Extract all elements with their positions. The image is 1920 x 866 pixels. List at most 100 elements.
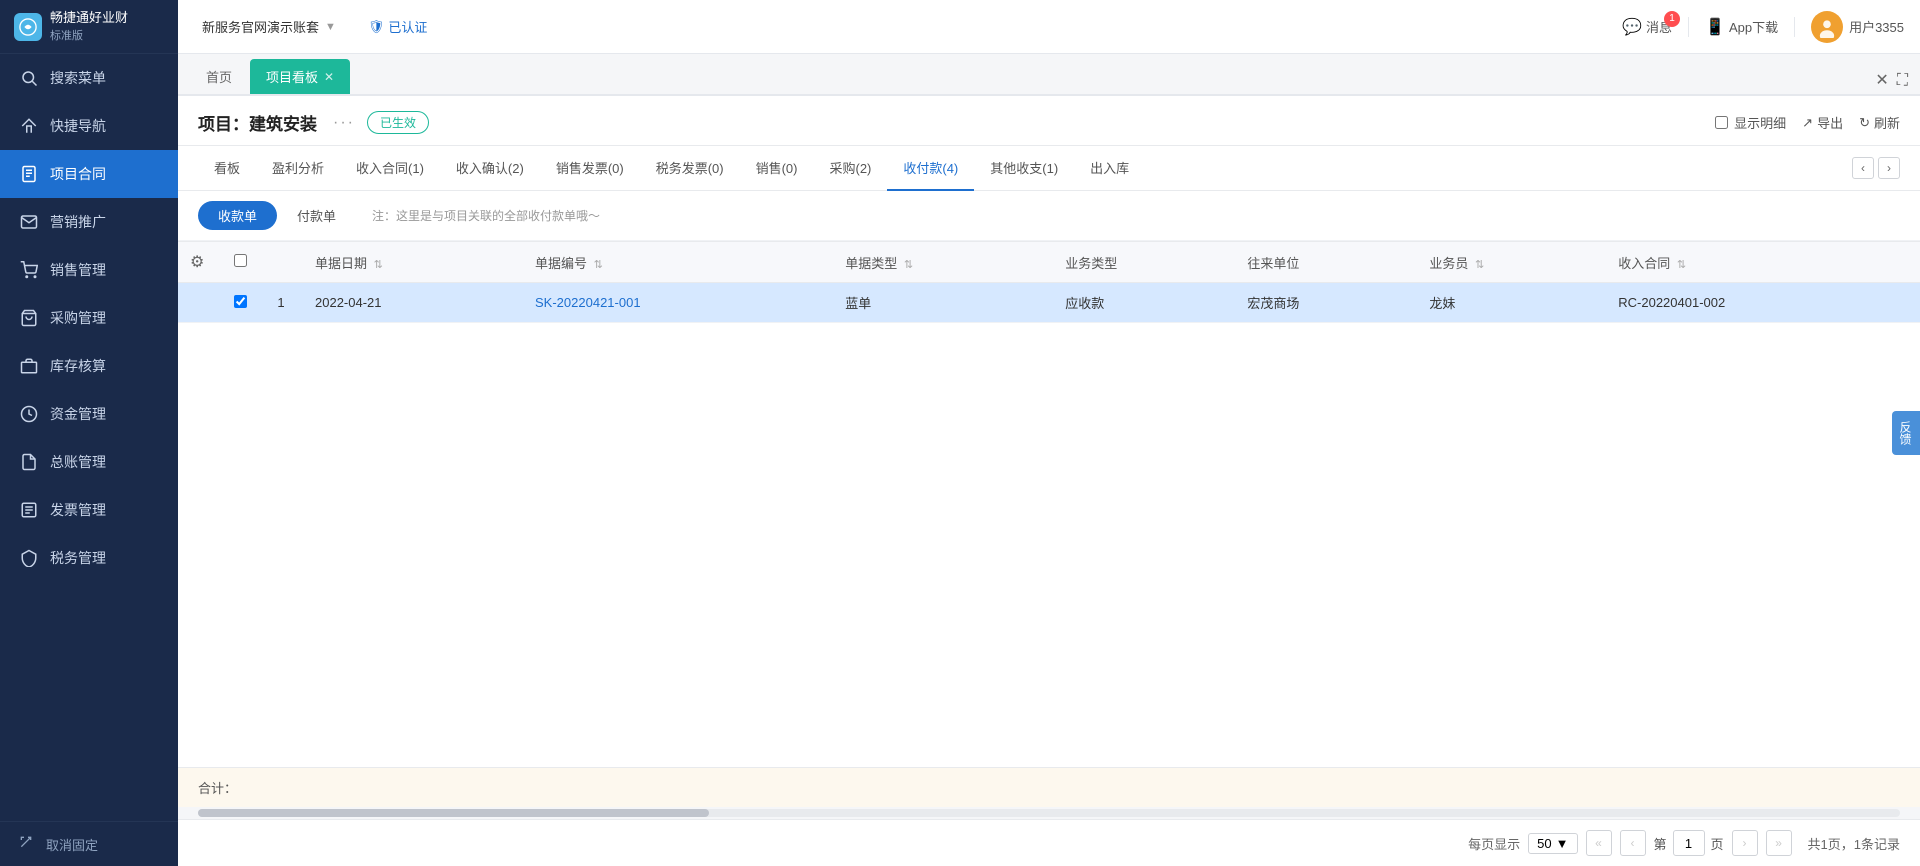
project-label: 项目： — [198, 110, 249, 135]
feedback-label: 反馈 — [1898, 421, 1912, 445]
export-label: 导出 — [1817, 113, 1843, 132]
message-icon: 💬 — [1622, 17, 1642, 37]
per-page-chevron-icon: ▼ — [1556, 836, 1569, 851]
sidebar-label-ledger: 总账管理 — [50, 452, 106, 472]
salesperson-sort-icon: ⇅ — [1475, 259, 1484, 271]
tab-home[interactable]: 首页 — [190, 59, 248, 94]
col-header-settings: ⚙ — [178, 242, 222, 283]
sidebar-item-contracts[interactable]: 项目合同 — [0, 150, 178, 198]
sidebar-unpin[interactable]: 取消固定 — [0, 821, 178, 866]
finance-icon — [18, 403, 40, 425]
message-button[interactable]: 💬 消息 1 — [1622, 17, 1672, 37]
tab-close-icon[interactable]: ✕ — [324, 70, 334, 84]
subtab-income-confirm[interactable]: 收入确认(2) — [440, 146, 540, 191]
row-checkbox[interactable] — [234, 295, 247, 308]
row-date: 2022-04-21 — [303, 283, 523, 323]
subtab-other-expense[interactable]: 其他收支(1) — [974, 146, 1074, 191]
refresh-label: 刷新 — [1874, 113, 1900, 132]
sidebar-item-invoice[interactable]: 发票管理 — [0, 486, 178, 534]
subtab-income-contract[interactable]: 收入合同(1) — [340, 146, 440, 191]
tab-project-board[interactable]: 项目看板 ✕ — [250, 59, 350, 94]
last-page-button[interactable]: » — [1766, 830, 1792, 856]
show-detail-label: 显示明细 — [1734, 113, 1786, 132]
refresh-button[interactable]: ↻ 刷新 — [1859, 113, 1900, 132]
subtab-stock[interactable]: 出入库 — [1074, 146, 1145, 191]
workspace-selector[interactable]: 新服务官网演示账套 ▼ — [194, 13, 344, 40]
feedback-button[interactable]: 反馈 — [1892, 411, 1920, 455]
sidebar-label-search: 搜索菜单 — [50, 68, 106, 88]
show-detail-input[interactable] — [1715, 116, 1728, 129]
col-header-salesperson[interactable]: 业务员 ⇅ — [1417, 242, 1606, 283]
contract-icon — [18, 163, 40, 185]
sales-icon — [18, 259, 40, 281]
project-more-icon[interactable]: ··· — [333, 114, 355, 132]
purchase-icon — [18, 307, 40, 329]
tab-project-board-label: 项目看板 — [266, 67, 318, 86]
select-all-checkbox[interactable] — [234, 254, 247, 267]
row-code: SK-20220421-001 — [523, 283, 833, 323]
row-type: 蓝单 — [833, 283, 1053, 323]
sidebar-item-marketing[interactable]: 营销推广 — [0, 198, 178, 246]
col-header-type[interactable]: 单据类型 ⇅ — [833, 242, 1053, 283]
first-page-button[interactable]: « — [1586, 830, 1612, 856]
subtab-kanban[interactable]: 看板 — [198, 146, 256, 191]
avatar — [1811, 11, 1843, 43]
next-page-button[interactable]: › — [1732, 830, 1758, 856]
col-header-partner: 往来单位 — [1235, 242, 1417, 283]
pagination: 每页显示 50 ▼ « ‹ 第 页 › » 共1页，1条记录 — [178, 819, 1920, 866]
sec-tab-payment[interactable]: 付款单 — [277, 201, 356, 230]
sidebar-item-quicknav[interactable]: 快捷导航 — [0, 102, 178, 150]
sidebar-label-sales: 销售管理 — [50, 260, 106, 280]
data-table: ⚙ 单据日期 ⇅ 单据编号 ⇅ — [178, 241, 1920, 323]
subtab-tax-invoice[interactable]: 税务发票(0) — [640, 146, 740, 191]
subtab-next-button[interactable]: › — [1878, 157, 1900, 179]
sidebar-item-purchase[interactable]: 采购管理 — [0, 294, 178, 342]
row-salesperson: 龙妹 — [1417, 283, 1606, 323]
subtab-profit[interactable]: 盈利分析 — [256, 146, 340, 191]
sidebar-unpin-label: 取消固定 — [46, 835, 98, 854]
scrollbar-thumb — [198, 809, 709, 817]
tab-close-window-button[interactable]: ✕ — [1875, 70, 1888, 90]
show-detail-checkbox[interactable]: 显示明细 — [1715, 113, 1786, 132]
col-header-checkbox — [222, 242, 259, 283]
table-settings-icon[interactable]: ⚙ — [190, 254, 204, 271]
per-page-select[interactable]: 50 ▼ — [1528, 833, 1577, 854]
sidebar-item-finance[interactable]: 资金管理 — [0, 390, 178, 438]
page-label: 第 — [1654, 834, 1667, 853]
page-number-input[interactable] — [1673, 830, 1705, 856]
prev-page-button[interactable]: ‹ — [1620, 830, 1646, 856]
subtab-receipts[interactable]: 收付款(4) — [887, 146, 974, 191]
subtab-sales[interactable]: 销售(0) — [740, 146, 814, 191]
date-sort-icon: ⇅ — [374, 259, 383, 271]
per-page-label: 每页显示 — [1468, 834, 1520, 853]
app-download-button[interactable]: 📱 App下载 — [1705, 17, 1778, 37]
project-status-badge: 已生效 — [367, 111, 429, 134]
sec-tab-receipt[interactable]: 收款单 — [198, 201, 277, 230]
sidebar-item-tax[interactable]: 税务管理 — [0, 534, 178, 582]
workspace-name: 新服务官网演示账套 — [202, 17, 319, 36]
subtab-purchase[interactable]: 采购(2) — [813, 146, 887, 191]
col-header-income-contract[interactable]: 收入合同 ⇅ — [1606, 242, 1920, 283]
sidebar-item-sales[interactable]: 销售管理 — [0, 246, 178, 294]
sidebar-item-inventory[interactable]: 库存核算 — [0, 342, 178, 390]
col-header-biz-type: 业务类型 — [1053, 242, 1235, 283]
workspace-chevron-icon: ▼ — [325, 21, 336, 33]
app-download-label: App下载 — [1729, 17, 1778, 36]
col-header-date[interactable]: 单据日期 ⇅ — [303, 242, 523, 283]
sidebar-label-inventory: 库存核算 — [50, 356, 106, 376]
subtab-sales-invoice[interactable]: 销售发票(0) — [540, 146, 640, 191]
sidebar-item-ledger[interactable]: 总账管理 — [0, 438, 178, 486]
horizontal-scrollbar[interactable] — [198, 809, 1900, 817]
subtab-prev-button[interactable]: ‹ — [1852, 157, 1874, 179]
row-code-link[interactable]: SK-20220421-001 — [535, 295, 641, 310]
tab-maximize-button[interactable]: ⛶ — [1897, 72, 1908, 90]
user-label: 用户3355 — [1849, 17, 1904, 36]
topbar-divider-1 — [1688, 17, 1689, 37]
user-menu[interactable]: 用户3355 — [1811, 11, 1904, 43]
total-label: 合计： — [198, 778, 237, 797]
message-badge: 1 — [1664, 11, 1680, 27]
export-button[interactable]: ↗ 导出 — [1802, 113, 1843, 132]
sec-tab-row: 收款单 付款单 注：这里是与项目关联的全部收付款单哦～ — [178, 191, 1920, 241]
col-header-code[interactable]: 单据编号 ⇅ — [523, 242, 833, 283]
sidebar-item-search[interactable]: 搜索菜单 — [0, 54, 178, 102]
